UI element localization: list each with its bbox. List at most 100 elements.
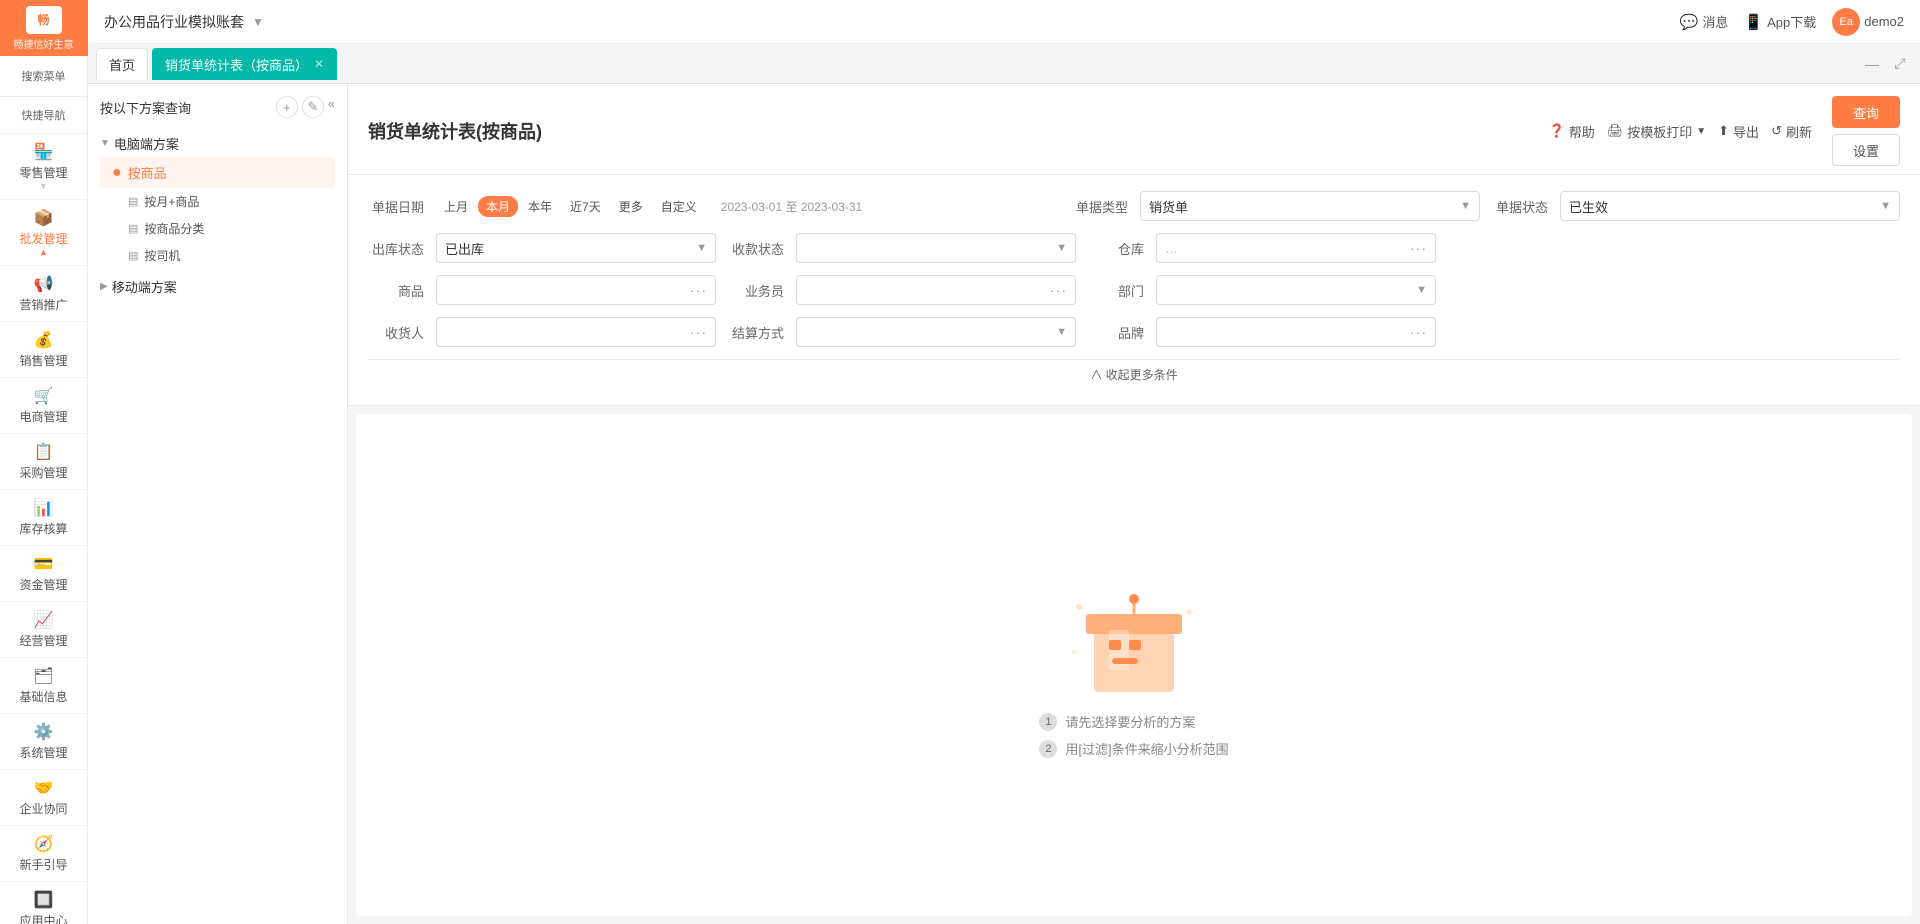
settlement-arrow: ▼ [1056, 326, 1067, 338]
receiver-dots[interactable]: ··· [690, 324, 707, 340]
wholesale-icon: 📦 [34, 208, 54, 228]
sidebar-item-label: 企业协同 [19, 800, 67, 817]
sidebar-item-ecommerce[interactable]: 🛒 电商管理 [0, 378, 87, 434]
salesperson-dots[interactable]: ··· [1050, 282, 1067, 298]
doc-status-select[interactable]: 已生效 ▼ [1560, 191, 1900, 221]
settlement-label: 结算方式 [728, 323, 784, 342]
main-area: 办公用品行业模拟账套 ▼ 💬 消息 📱 App下载 Ea demo2 首页 [88, 0, 1920, 924]
app-download-label: App下载 [1767, 12, 1816, 31]
filter-area: 单据日期 上月 本月 本年 近7天 更多 自定义 2023-03-01 至 20… [348, 175, 1920, 406]
sidebar-item-retail[interactable]: 🏪 零售管理 ▼ [0, 134, 87, 200]
edit-scheme-button[interactable]: ✎ [302, 96, 324, 118]
page-header: 销货单统计表(按商品) ❓ 帮助 🖨 按模板打印 ▼ ⬆ 导出 [348, 84, 1920, 175]
hint-num-1: 1 [1039, 713, 1057, 731]
app-logo: 畅 畅捷信好生意 [0, 0, 88, 56]
mobile-group-header[interactable]: ▶ 移动端方案 [100, 273, 335, 300]
date-tab-more[interactable]: 更多 [611, 196, 651, 217]
export-label: 导出 [1733, 122, 1759, 141]
print-arrow: ▼ [1696, 126, 1706, 137]
date-tab-this-year[interactable]: 本年 [520, 196, 560, 217]
panel-actions: + ✎ « [276, 96, 335, 118]
empty-hint-2: 2 用[过滤]条件来缩小分析范围 [1039, 739, 1228, 758]
out-status-select[interactable]: 已出库 ▼ [436, 233, 716, 263]
sub-item-label: 按月+商品 [144, 193, 199, 210]
sidebar-item-inventory[interactable]: 📊 库存核算 [0, 490, 87, 546]
sidebar-item-purchase[interactable]: 📋 采购管理 [0, 434, 87, 490]
add-scheme-button[interactable]: + [276, 96, 298, 118]
sidebar-item-operation[interactable]: 📈 经营管理 [0, 602, 87, 658]
brand-dots[interactable]: ··· [1410, 324, 1427, 340]
maximize-button[interactable]: ⤢ [1888, 52, 1912, 76]
salesperson-select[interactable]: ··· [796, 275, 1076, 305]
warehouse-select[interactable]: … ··· [1156, 233, 1436, 263]
sub-icon-2: ▤ [128, 222, 138, 235]
search-menu-button[interactable]: 搜索菜单 [14, 64, 74, 88]
query-actions: 查询 设置 [1832, 96, 1900, 166]
warehouse-placeholder: … [1165, 241, 1178, 256]
doc-type-label: 单据类型 [1072, 197, 1128, 216]
date-tab-last-month[interactable]: 上月 [436, 196, 476, 217]
receiver-select[interactable]: ··· [436, 317, 716, 347]
date-tab-last-7[interactable]: 近7天 [562, 196, 609, 217]
header-title: 办公用品行业模拟账套 [104, 12, 244, 32]
warehouse-dots[interactable]: ··· [1410, 240, 1427, 256]
department-select[interactable]: ▼ [1156, 275, 1436, 305]
scheme-item-by-month-product[interactable]: ▤ 按月+商品 [100, 188, 335, 215]
sidebar-item-finance[interactable]: 💳 资金管理 [0, 546, 87, 602]
product-select[interactable]: ··· [436, 275, 716, 305]
settlement-select[interactable]: ▼ [796, 317, 1076, 347]
scheme-item-by-product[interactable]: ● 按商品 [100, 157, 335, 188]
header-dropdown-btn[interactable]: ▼ [252, 15, 264, 29]
sidebar-item-label: 营销推广 [19, 296, 67, 313]
date-tabs: 上月 本月 本年 近7天 更多 自定义 [436, 196, 705, 217]
print-button[interactable]: 🖨 按模板打印 ▼ [1607, 122, 1706, 141]
user-profile[interactable]: Ea demo2 [1832, 8, 1904, 36]
quick-nav-button[interactable]: 快捷导航 [14, 101, 74, 129]
tab-home[interactable]: 首页 [96, 48, 148, 80]
refresh-button[interactable]: ↺ 刷新 [1771, 122, 1812, 141]
settings-button[interactable]: 设置 [1832, 134, 1900, 166]
payment-status-select[interactable]: ▼ [796, 233, 1076, 263]
query-button[interactable]: 查询 [1832, 96, 1900, 128]
doc-type-arrow: ▼ [1460, 200, 1471, 212]
doc-status-value: 已生效 [1569, 197, 1608, 216]
sidebar-item-wholesale[interactable]: 📦 批发管理 ▲ [0, 200, 87, 266]
sidebar-item-enterprise[interactable]: 🤝 企业协同 [0, 770, 87, 826]
basic-icon: 🗂 [33, 666, 53, 686]
sidebar-item-sales[interactable]: 💰 销售管理 [0, 322, 87, 378]
guide-icon: 🧭 [34, 834, 54, 854]
collapse-panel-button[interactable]: « [328, 96, 335, 118]
scheme-item-by-category[interactable]: ▤ 按商品分类 [100, 215, 335, 242]
product-dots[interactable]: ··· [690, 282, 707, 298]
sidebar-item-apps[interactable]: 🔲 应用中心 [0, 882, 87, 924]
sidebar-item-guide[interactable]: 🧭 新手引导 [0, 826, 87, 882]
collapse-more-button[interactable]: ∧ 收起更多条件 [1090, 366, 1177, 383]
tab-close-button[interactable]: ✕ [314, 57, 324, 71]
panel-title: 按以下方案查询 [100, 98, 191, 117]
sidebar-item-label: 系统管理 [19, 744, 67, 761]
export-button[interactable]: ⬆ 导出 [1718, 122, 1759, 141]
help-button[interactable]: ❓ 帮助 [1549, 122, 1595, 141]
hint-text-1: 请先选择要分析的方案 [1065, 712, 1195, 731]
department-label: 部门 [1088, 281, 1144, 300]
sidebar-item-basic[interactable]: 🗂 基础信息 [0, 658, 87, 714]
scheme-item-by-driver[interactable]: ▤ 按司机 [100, 242, 335, 269]
app-download-button[interactable]: 📱 App下载 [1744, 12, 1816, 31]
sidebar-menu: 🏪 零售管理 ▼ 📦 批发管理 ▲ 📢 营销推广 💰 销售管理 🛒 电商管理 📋… [0, 134, 87, 924]
tab-report[interactable]: 销货单统计表（按商品） ✕ [152, 48, 337, 80]
pc-group-header[interactable]: ▼ 电脑端方案 [100, 130, 335, 157]
date-range-display: 2023-03-01 至 2023-03-31 [721, 198, 862, 215]
tab-report-label: 销货单统计表（按商品） [165, 55, 308, 74]
avatar: Ea [1832, 8, 1860, 36]
sidebar-item-system[interactable]: ⚙️ 系统管理 [0, 714, 87, 770]
minimize-button[interactable]: — [1860, 52, 1884, 76]
date-tab-custom[interactable]: 自定义 [653, 196, 705, 217]
brand-select[interactable]: ··· [1156, 317, 1436, 347]
sidebar-item-marketing[interactable]: 📢 营销推广 [0, 266, 87, 322]
doc-type-select[interactable]: 销货单 ▼ [1140, 191, 1480, 221]
message-button[interactable]: 💬 消息 [1680, 12, 1729, 31]
tab-bar: 首页 销货单统计表（按商品） ✕ — ⤢ [88, 44, 1920, 84]
department-arrow: ▼ [1416, 284, 1427, 296]
filter-scheme-panel: 按以下方案查询 + ✎ « ▼ 电脑端方案 ● 按商品 ▤ [88, 84, 348, 924]
date-tab-this-month[interactable]: 本月 [478, 196, 518, 217]
